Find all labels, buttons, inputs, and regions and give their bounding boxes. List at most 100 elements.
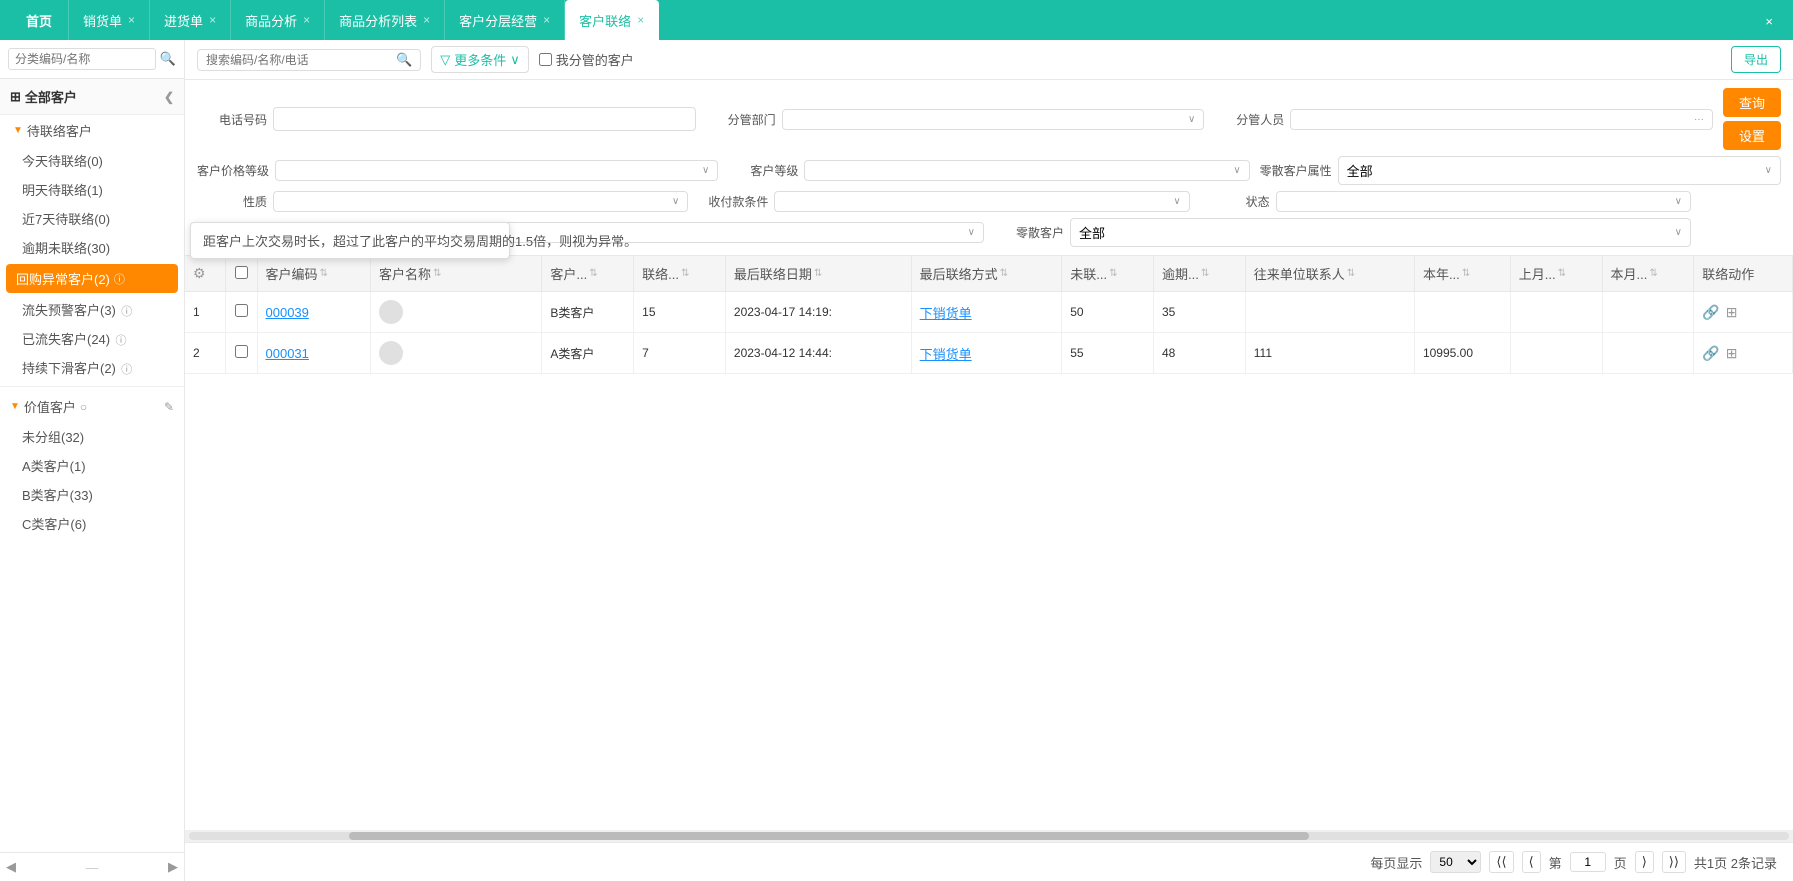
sort-code[interactable]: 客户编码 ⇅ — [266, 264, 362, 283]
search-icon[interactable]: 🔍 — [396, 52, 412, 68]
row2-checkbox[interactable] — [235, 345, 248, 358]
row2-this-month — [1602, 333, 1694, 374]
dept-select[interactable]: ∨ — [782, 109, 1205, 130]
row2-qr-icon[interactable]: ⊞ — [1726, 345, 1738, 362]
nav-tab-customer-tier[interactable]: 客户分层经营 × — [445, 0, 565, 40]
sort-contact[interactable]: 联络... ⇅ — [642, 264, 717, 283]
horizontal-scrollbar[interactable] — [185, 830, 1793, 842]
close-icon[interactable]: × — [303, 13, 310, 27]
retail-customer-select[interactable]: 全部 ∨ — [1070, 218, 1691, 247]
sidebar-item-c-class[interactable]: C类客户(6) — [0, 509, 184, 538]
sidebar-item-churn-warning[interactable]: 流失预警客户(3) ⓘ — [0, 295, 184, 324]
row1-checkbox[interactable] — [235, 304, 248, 317]
row1-qr-icon[interactable]: ⊞ — [1726, 304, 1738, 321]
sort-this-year[interactable]: 本年... ⇅ — [1423, 264, 1502, 283]
row2-link-icon[interactable]: 🔗 — [1702, 345, 1719, 362]
main-layout: 🔍 ⊞ 全部客户 ❮ ▼ 待联络客户 今天待联络(0) 明天待联络(1) 近7天… — [0, 40, 1793, 881]
filter-bar: 🔍 ▽ 更多条件 ∨ 我分管的客户 导出 — [185, 40, 1793, 80]
nav-tab-purchase[interactable]: 进货单 × — [150, 0, 231, 40]
person-select[interactable]: ··· — [1290, 109, 1713, 130]
sidebar-search-icon[interactable]: 🔍 — [160, 51, 176, 67]
sidebar-item-a-class[interactable]: A类客户(1) — [0, 451, 184, 480]
sort-unread[interactable]: 未联... ⇅ — [1070, 264, 1145, 283]
row1-link-icon[interactable]: 🔗 — [1702, 304, 1719, 321]
per-page-select[interactable]: 50 20 100 — [1430, 851, 1481, 873]
sort-overdue[interactable]: 逾期... ⇅ — [1162, 264, 1237, 283]
search-input[interactable] — [206, 53, 396, 67]
sort-last-date[interactable]: 最后联络日期 ⇅ — [734, 264, 903, 283]
sidebar-item-overdue[interactable]: 逾期未联络(30) — [0, 233, 184, 262]
settings-button[interactable]: 设置 — [1723, 121, 1781, 150]
th-overdue: 逾期... ⇅ — [1154, 256, 1246, 292]
row1-method-link[interactable]: 下销货单 — [920, 306, 972, 321]
phone-input[interactable] — [273, 107, 696, 131]
chevron-icon-8: ∨ — [1675, 196, 1682, 207]
close-icon[interactable]: × — [637, 13, 644, 27]
close-icon[interactable]: × — [209, 13, 216, 27]
page-last-button[interactable]: ⟩⟩ — [1662, 851, 1686, 873]
customer-level-select[interactable]: ∨ — [804, 160, 1249, 181]
sort-last-method[interactable]: 最后联络方式 ⇅ — [920, 264, 1054, 283]
price-level-field: 客户价格等级 ∨ — [197, 160, 718, 181]
sort-last-month[interactable]: 上月... ⇅ — [1519, 264, 1594, 283]
price-level-select[interactable]: ∨ — [275, 160, 718, 181]
table-header-row: ⚙ 客户编码 ⇅ 客户名称 — [185, 256, 1793, 292]
sidebar-item-b-class[interactable]: B类客户(33) — [0, 480, 184, 509]
more-conditions-button[interactable]: ▽ 更多条件 ∨ — [431, 46, 529, 73]
close-all-button[interactable]: × — [1755, 10, 1783, 31]
nav-tab-analysis[interactable]: 商品分析 × — [231, 0, 325, 40]
sidebar-item-today[interactable]: 今天待联络(0) — [0, 146, 184, 175]
sort-name[interactable]: 客户名称 ⇅ — [379, 264, 533, 283]
edit-icon[interactable]: ○ — [80, 400, 87, 414]
sidebar-item-ungroup[interactable]: 未分组(32) — [0, 422, 184, 451]
gear-icon[interactable]: ⚙ — [193, 265, 206, 281]
payment-select[interactable]: ∨ — [774, 191, 1189, 212]
nature-select[interactable]: ∨ — [273, 191, 688, 212]
page-next-button[interactable]: ⟩ — [1635, 851, 1654, 873]
sidebar-item-declining[interactable]: 持续下滑客户(2) ⓘ — [0, 353, 184, 382]
nav-tab-analysis-list[interactable]: 商品分析列表 × — [325, 0, 445, 40]
close-icon[interactable]: × — [423, 13, 430, 27]
filter-row-1: 电话号码 分管部门 ∨ 分管人员 ··· — [197, 80, 1781, 150]
page-prev-button[interactable]: ⟨ — [1522, 851, 1541, 873]
my-customer-checkbox[interactable] — [539, 53, 552, 66]
page-number-input[interactable] — [1570, 852, 1606, 872]
my-customer-checkbox-wrap[interactable]: 我分管的客户 — [539, 50, 634, 69]
scrollbar-thumb[interactable] — [349, 832, 1309, 840]
sidebar-all-customers[interactable]: ⊞ 全部客户 ❮ — [0, 79, 184, 115]
sidebar-item-tomorrow[interactable]: 明天待联络(1) — [0, 175, 184, 204]
th-settings: ⚙ — [185, 256, 225, 292]
row1-code-link[interactable]: 000039 — [266, 305, 309, 320]
export-button[interactable]: 导出 — [1731, 46, 1781, 73]
close-icon[interactable]: × — [128, 13, 135, 27]
sidebar-item-repurchase-anomaly[interactable]: 回购异常客户(2) ⓘ — [6, 264, 178, 293]
pagination: 每页显示 50 20 100 ⟨⟨ ⟨ 第 页 ⟩ ⟩⟩ 共1页 2条记录 — [185, 842, 1793, 881]
nav-tab-customer-contact[interactable]: 客户联络 × — [565, 0, 659, 40]
th-unread: 未联... ⇅ — [1062, 256, 1154, 292]
sort-contacts[interactable]: 往来单位联系人 ⇅ — [1254, 264, 1406, 283]
sidebar-scroll-left[interactable]: ◀ — [6, 859, 16, 875]
query-button[interactable]: 查询 — [1723, 88, 1781, 117]
sidebar-item-7days[interactable]: 近7天待联络(0) — [0, 204, 184, 233]
payment-field: 收付款条件 ∨ — [698, 191, 1189, 212]
row2-code-link[interactable]: 000031 — [266, 346, 309, 361]
sort-icon-11: ⇅ — [1558, 268, 1566, 279]
sidebar-group-pending[interactable]: ▼ 待联络客户 — [0, 115, 184, 146]
sidebar-value-customers[interactable]: ▼ 价值客户 ○ ✎ — [0, 391, 184, 422]
sidebar-scroll-right[interactable]: ▶ — [168, 859, 178, 875]
edit-icon-2[interactable]: ✎ — [164, 400, 174, 414]
status-select[interactable]: ∨ — [1276, 191, 1691, 212]
select-all-checkbox[interactable] — [235, 266, 248, 279]
retail-attr-select[interactable]: 全部 ∨ — [1338, 156, 1781, 185]
sidebar-search-input[interactable] — [8, 48, 156, 70]
analysis-list-tab-label: 商品分析列表 — [339, 11, 417, 30]
collapse-icon[interactable]: ❮ — [164, 90, 174, 104]
page-first-button[interactable]: ⟨⟨ — [1489, 851, 1513, 873]
nav-tab-home[interactable]: 首页 — [10, 0, 69, 40]
sidebar-item-churned[interactable]: 已流失客户(24) ⓘ — [0, 324, 184, 353]
row2-method-link[interactable]: 下销货单 — [920, 347, 972, 362]
close-icon[interactable]: × — [543, 13, 550, 27]
nav-tab-sales[interactable]: 销货单 × — [69, 0, 150, 40]
sort-this-month[interactable]: 本月... ⇅ — [1611, 264, 1686, 283]
sort-type[interactable]: 客户... ⇅ — [550, 264, 625, 283]
